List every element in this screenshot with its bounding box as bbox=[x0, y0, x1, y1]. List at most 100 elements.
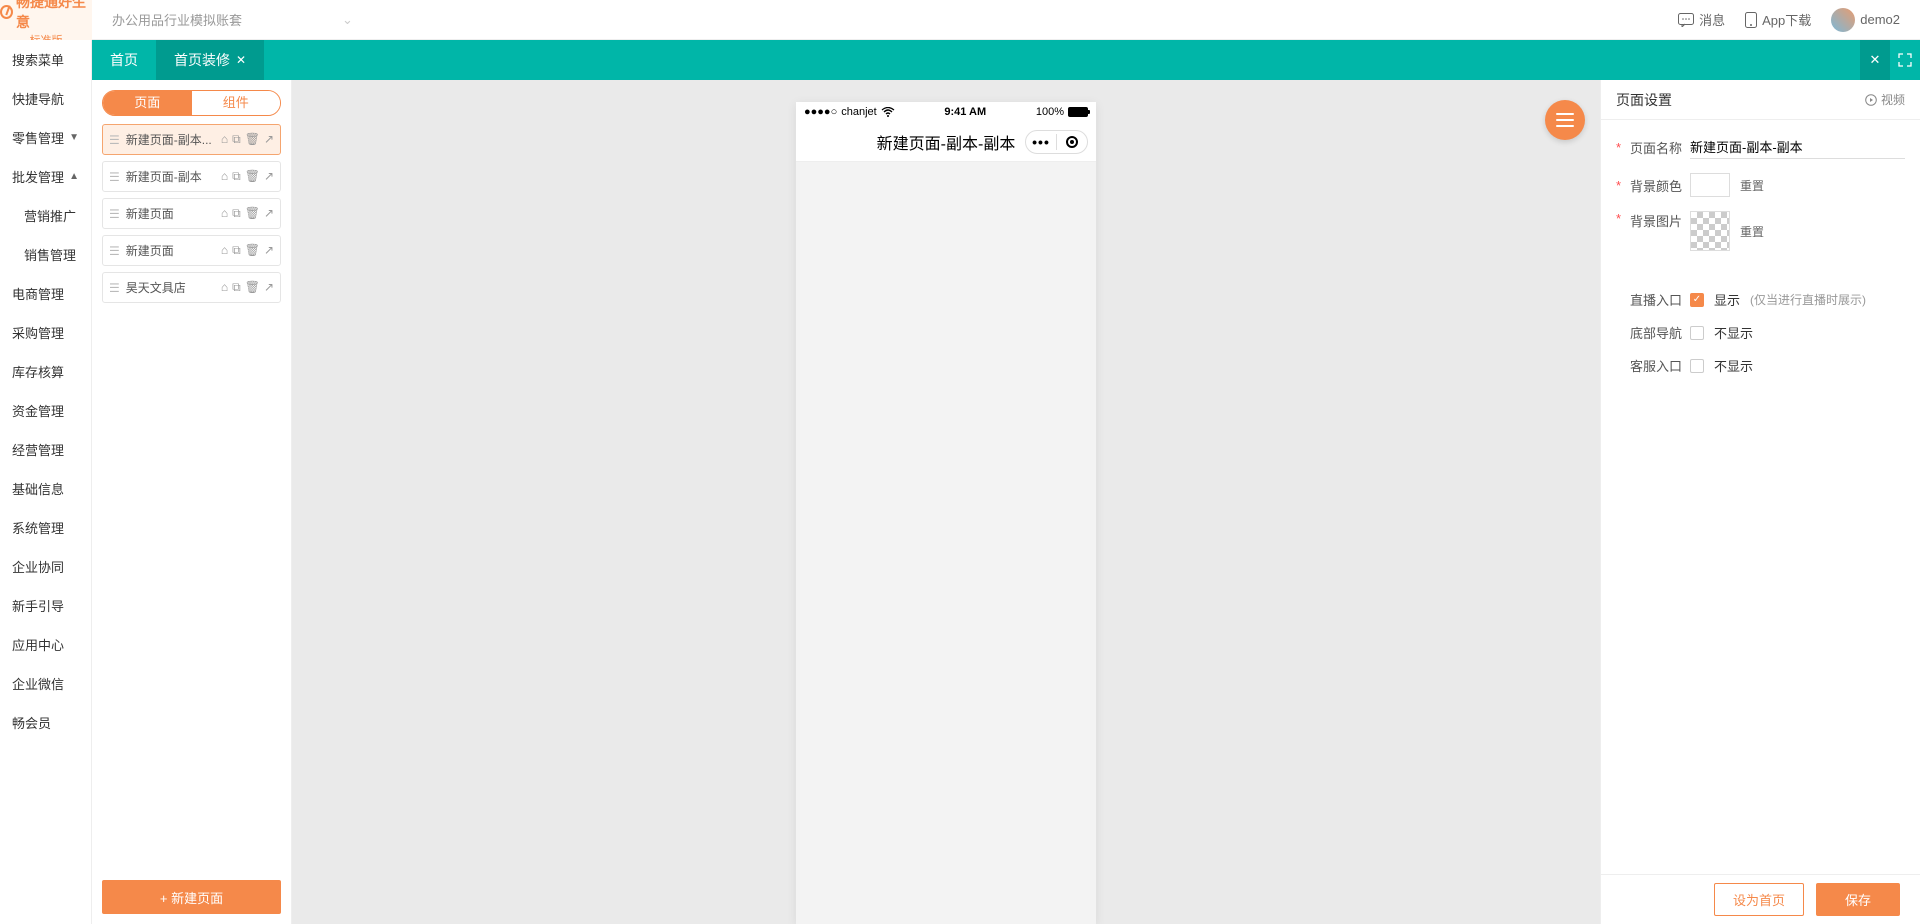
video-help-link[interactable]: 视频 bbox=[1865, 91, 1905, 108]
home-icon[interactable]: ⌂ bbox=[221, 206, 228, 221]
home-icon[interactable]: ⌂ bbox=[221, 132, 228, 147]
set-home-button[interactable]: 设为首页 bbox=[1714, 883, 1804, 916]
share-icon[interactable]: ↗ bbox=[264, 243, 274, 258]
close-icon[interactable]: ✕ bbox=[236, 53, 246, 67]
live-show-text: 显示 bbox=[1714, 290, 1740, 309]
share-icon[interactable]: ↗ bbox=[264, 169, 274, 184]
phone-title-bar: 新建页面-副本-副本 ••• bbox=[796, 122, 1096, 162]
sidebar-item-system[interactable]: 系统管理 bbox=[0, 508, 91, 547]
home-icon[interactable]: ⌂ bbox=[221, 243, 228, 258]
copy-icon[interactable]: ⧉ bbox=[232, 169, 241, 184]
target-icon[interactable] bbox=[1057, 136, 1087, 148]
phone-canvas-body[interactable] bbox=[796, 162, 1096, 924]
signal-icon: ●●●●○ bbox=[804, 106, 837, 118]
copy-icon[interactable]: ⧉ bbox=[232, 280, 241, 295]
tab-components[interactable]: 组件 bbox=[192, 91, 281, 115]
sidebar-item-procurement[interactable]: 采购管理 bbox=[0, 313, 91, 352]
phone-icon bbox=[1745, 12, 1757, 28]
delete-icon[interactable]: 🗑 bbox=[245, 243, 260, 258]
sidebar-item-wholesale[interactable]: 批发管理▲ bbox=[0, 157, 91, 196]
sidebar-item-funds[interactable]: 资金管理 bbox=[0, 391, 91, 430]
bottom-nav-text: 不显示 bbox=[1714, 323, 1753, 342]
properties-panel: 页面设置 视频 * 页面名称 * 背景颜色 bbox=[1600, 80, 1920, 924]
drag-handle-icon[interactable]: ☰ bbox=[109, 244, 120, 258]
app-download-button[interactable]: App下载 bbox=[1745, 10, 1811, 29]
sidebar-item-guide[interactable]: 新手引导 bbox=[0, 586, 91, 625]
sidebar-item-operation[interactable]: 经营管理 bbox=[0, 430, 91, 469]
bg-color-swatch[interactable] bbox=[1690, 173, 1730, 197]
customer-service-label: 客服入口 bbox=[1630, 356, 1690, 375]
share-icon[interactable]: ↗ bbox=[264, 132, 274, 147]
share-icon[interactable]: ↗ bbox=[264, 280, 274, 295]
home-icon[interactable]: ⌂ bbox=[221, 280, 228, 295]
battery-icon bbox=[1068, 107, 1088, 117]
customer-service-checkbox[interactable] bbox=[1690, 359, 1704, 373]
page-component-toggle: 页面 组件 bbox=[102, 90, 281, 116]
logo: 畅捷通好生意 标准版 bbox=[0, 0, 92, 40]
messages-button[interactable]: 消息 bbox=[1678, 10, 1725, 29]
sidebar-item-marketing[interactable]: 营销推广 bbox=[0, 196, 91, 235]
sidebar-item-appcenter[interactable]: 应用中心 bbox=[0, 625, 91, 664]
sidebar-item-collab[interactable]: 企业协同 bbox=[0, 547, 91, 586]
canvas-menu-fab[interactable] bbox=[1545, 100, 1585, 140]
bg-image-reset[interactable]: 重置 bbox=[1740, 223, 1764, 240]
tab-pages[interactable]: 页面 bbox=[103, 91, 192, 115]
caret-down-icon: ▼ bbox=[69, 132, 79, 143]
sidebar-item-sales[interactable]: 销售管理 bbox=[0, 235, 91, 274]
sidebar-item-wechat[interactable]: 企业微信 bbox=[0, 664, 91, 703]
page-list: ☰ 新建页面-副本... ⌂ ⧉ 🗑 ↗ ☰ 新建页面-副本 ⌂⧉🗑↗ bbox=[92, 124, 291, 870]
delete-icon[interactable]: 🗑 bbox=[245, 132, 260, 147]
page-name-label: 页面名称 bbox=[1630, 138, 1690, 157]
tab-page-decor[interactable]: 首页装修 ✕ bbox=[156, 40, 264, 80]
wifi-icon bbox=[881, 107, 895, 117]
chat-icon bbox=[1678, 13, 1694, 27]
sidebar-item-basicinfo[interactable]: 基础信息 bbox=[0, 469, 91, 508]
save-button[interactable]: 保存 bbox=[1816, 883, 1900, 916]
bg-image-label: 背景图片 bbox=[1630, 211, 1690, 230]
drag-handle-icon[interactable]: ☰ bbox=[109, 133, 120, 147]
top-header: 畅捷通好生意 标准版 办公用品行业模拟账套 ⌄ 消息 App下载 demo2 bbox=[0, 0, 1920, 40]
bg-color-label: 背景颜色 bbox=[1630, 176, 1690, 195]
sidebar-item-retail[interactable]: 零售管理▼ bbox=[0, 118, 91, 157]
sidebar-item-inventory[interactable]: 库存核算 bbox=[0, 352, 91, 391]
live-show-checkbox[interactable]: ✓ bbox=[1690, 293, 1704, 307]
sidebar-item-quicknav[interactable]: 快捷导航 bbox=[0, 79, 91, 118]
user-menu[interactable]: demo2 bbox=[1831, 8, 1900, 32]
tabs-close-button[interactable]: ✕ bbox=[1860, 40, 1890, 80]
tabs-strip: 首页 首页装修 ✕ ✕ bbox=[92, 40, 1920, 80]
bg-color-reset[interactable]: 重置 bbox=[1740, 177, 1764, 194]
chevron-down-icon: ⌄ bbox=[342, 12, 353, 28]
delete-icon[interactable]: 🗑 bbox=[245, 206, 260, 221]
page-name-input[interactable] bbox=[1690, 135, 1905, 159]
new-page-button[interactable]: + 新建页面 bbox=[102, 880, 281, 914]
sidebar-item-ecommerce[interactable]: 电商管理 bbox=[0, 274, 91, 313]
page-item[interactable]: ☰ 新建页面-副本 ⌂⧉🗑↗ bbox=[102, 161, 281, 192]
footer-actions: 设为首页 保存 bbox=[1601, 874, 1920, 924]
drag-handle-icon[interactable]: ☰ bbox=[109, 281, 120, 295]
drag-handle-icon[interactable]: ☰ bbox=[109, 207, 120, 221]
copy-icon[interactable]: ⧉ bbox=[232, 132, 241, 147]
home-icon[interactable]: ⌂ bbox=[221, 169, 228, 184]
bg-image-swatch[interactable] bbox=[1690, 211, 1730, 251]
bottom-nav-checkbox[interactable] bbox=[1690, 326, 1704, 340]
share-icon[interactable]: ↗ bbox=[264, 206, 274, 221]
page-item[interactable]: ☰ 昊天文具店 ⌂⧉🗑↗ bbox=[102, 272, 281, 303]
account-selector[interactable]: 办公用品行业模拟账套 ⌄ bbox=[112, 10, 353, 29]
copy-icon[interactable]: ⧉ bbox=[232, 206, 241, 221]
delete-icon[interactable]: 🗑 bbox=[245, 280, 260, 295]
page-item[interactable]: ☰ 新建页面 ⌂⧉🗑↗ bbox=[102, 235, 281, 266]
page-item[interactable]: ☰ 新建页面-副本... ⌂ ⧉ 🗑 ↗ bbox=[102, 124, 281, 155]
mini-program-capsule: ••• bbox=[1025, 130, 1088, 154]
page-item[interactable]: ☰ 新建页面 ⌂⧉🗑↗ bbox=[102, 198, 281, 229]
tab-home[interactable]: 首页 bbox=[92, 40, 156, 80]
copy-icon[interactable]: ⧉ bbox=[232, 243, 241, 258]
drag-handle-icon[interactable]: ☰ bbox=[109, 170, 120, 184]
delete-icon[interactable]: 🗑 bbox=[245, 169, 260, 184]
sidebar-item-search[interactable]: 搜索菜单 bbox=[0, 40, 91, 79]
fullscreen-button[interactable] bbox=[1890, 40, 1920, 80]
more-icon[interactable]: ••• bbox=[1026, 134, 1056, 150]
page-list-panel: 页面 组件 ☰ 新建页面-副本... ⌂ ⧉ 🗑 ↗ bbox=[92, 80, 292, 924]
customer-service-text: 不显示 bbox=[1714, 356, 1753, 375]
live-entry-label: 直播入口 bbox=[1630, 290, 1690, 309]
sidebar-item-member[interactable]: 畅会员 bbox=[0, 703, 91, 742]
